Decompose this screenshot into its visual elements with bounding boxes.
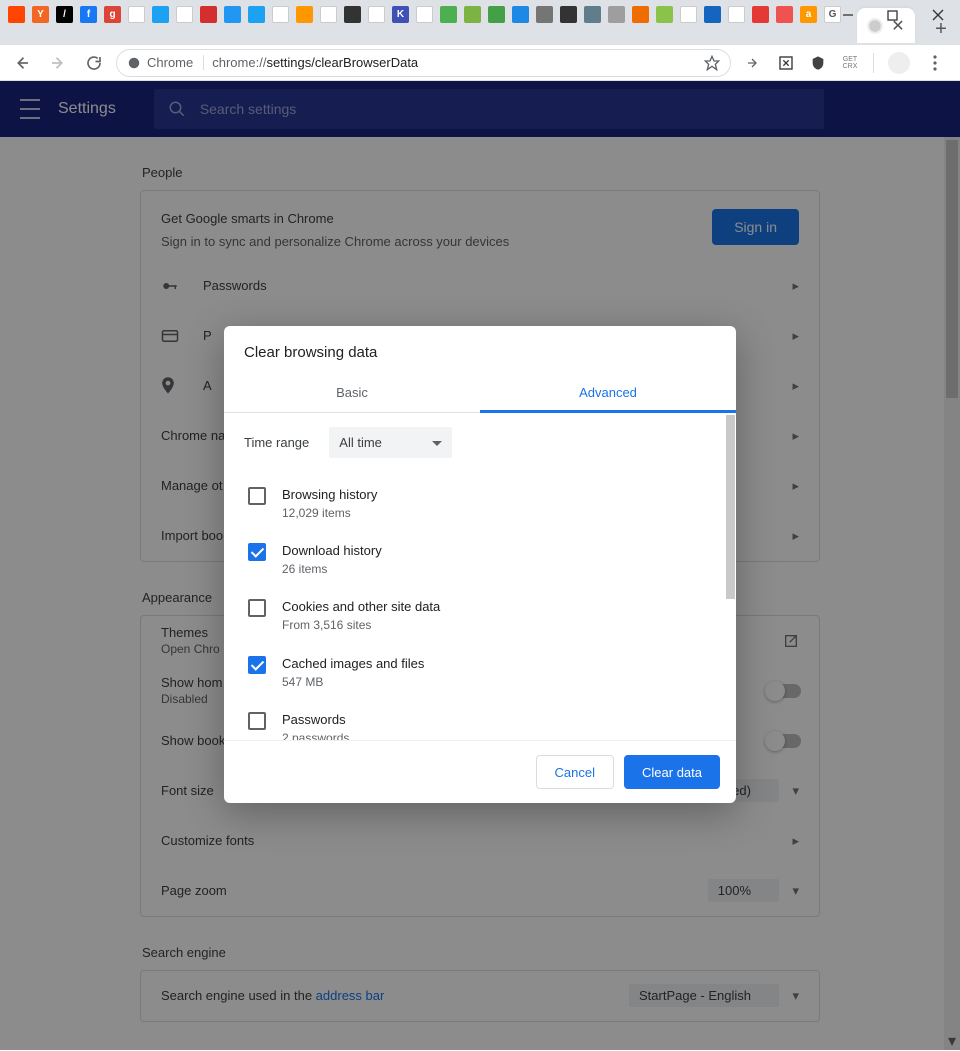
checkbox[interactable] [248,487,266,505]
clear-data-button[interactable]: Clear data [624,755,720,789]
extension-icon-2[interactable] [777,54,795,72]
forward-button[interactable] [44,49,72,77]
tab-favicon[interactable] [656,6,673,23]
option-label: Cookies and other site data [282,598,440,617]
option-label: Cached images and files [282,655,424,674]
extension-icon-3[interactable] [809,54,827,72]
checkbox[interactable] [248,543,266,561]
tab-favicon[interactable] [344,6,361,23]
site-identity-label: Chrome [147,55,193,70]
option-label: Download history [282,542,382,561]
browser-menu-button[interactable] [924,52,946,74]
url-text: chrome://settings/clearBrowserData [212,55,418,70]
option-label: Browsing history [282,486,377,505]
tab-favicon[interactable]: K [392,6,409,23]
tab-favicon-strip: Y/fgKaG [0,0,849,25]
tab-favicon[interactable] [728,6,745,23]
option-subtext: 12,029 items [282,505,377,522]
checkbox[interactable] [248,712,266,730]
clear-data-option[interactable]: Download history26 items [244,532,730,588]
tab-favicon[interactable] [248,6,265,23]
tab-favicon[interactable]: / [56,6,73,23]
time-range-select[interactable]: All time [329,427,452,458]
tab-favicon[interactable] [488,6,505,23]
dialog-title: Clear browsing data [224,326,736,375]
tab-favicon[interactable]: a [800,6,817,23]
window-maximize-button[interactable] [870,0,915,30]
tab-favicon[interactable] [416,6,433,23]
extension-crx-badge[interactable]: GETCRX [841,54,859,72]
tab-favicon[interactable] [464,6,481,23]
tab-favicon[interactable] [368,6,385,23]
tab-favicon[interactable] [560,6,577,23]
tab-favicon[interactable] [8,6,25,23]
tab-advanced[interactable]: Advanced [480,375,736,412]
tab-favicon[interactable] [632,6,649,23]
tab-favicon[interactable] [608,6,625,23]
option-subtext: From 3,516 sites [282,617,440,634]
tab-favicon[interactable] [752,6,769,23]
tab-favicon[interactable] [296,6,313,23]
tab-favicon[interactable] [152,6,169,23]
tab-favicon[interactable]: g [104,6,121,23]
extension-icon[interactable] [745,54,763,72]
reload-button[interactable] [80,49,108,77]
tab-favicon[interactable] [272,6,289,23]
clear-browsing-data-dialog: Clear browsing data Basic Advanced Time … [224,326,736,803]
clear-data-option[interactable]: Cached images and files547 MB [244,645,730,701]
tab-favicon[interactable] [440,6,457,23]
chrome-icon [127,56,141,70]
dialog-scrollbar[interactable] [724,413,736,740]
clear-data-option[interactable]: Cookies and other site dataFrom 3,516 si… [244,588,730,644]
option-label: Passwords [282,711,349,730]
time-range-label: Time range [244,435,309,450]
tab-favicon[interactable] [704,6,721,23]
separator [873,53,874,73]
tab-favicon[interactable] [128,6,145,23]
window-close-button[interactable] [915,0,960,30]
option-subtext: 547 MB [282,674,424,691]
profile-avatar[interactable] [888,52,910,74]
tab-favicon[interactable]: Y [32,6,49,23]
tab-favicon[interactable] [536,6,553,23]
back-button[interactable] [8,49,36,77]
dialog-body: Time range All time Browsing history12,0… [224,413,736,740]
checkbox[interactable] [248,599,266,617]
site-identity-chip[interactable]: Chrome [127,55,204,70]
tab-favicon[interactable] [224,6,241,23]
address-bar[interactable]: Chrome chrome://settings/clearBrowserDat… [116,49,731,77]
tab-favicon[interactable] [584,6,601,23]
tab-favicon[interactable] [200,6,217,23]
cancel-button[interactable]: Cancel [536,755,614,789]
clear-data-option[interactable]: Passwords2 passwords [244,701,730,740]
browser-toolbar: Chrome chrome://settings/clearBrowserDat… [0,45,960,81]
tab-favicon[interactable]: f [80,6,97,23]
option-subtext: 26 items [282,561,382,578]
clear-data-option[interactable]: Browsing history12,029 items [244,476,730,532]
tab-basic[interactable]: Basic [224,375,480,412]
option-subtext: 2 passwords [282,730,349,740]
tab-favicon[interactable] [320,6,337,23]
checkbox[interactable] [248,656,266,674]
dialog-scrollbar-thumb[interactable] [726,415,735,599]
window-titlebar: Y/fgKaG ✕ + [0,0,960,45]
tab-favicon[interactable] [680,6,697,23]
dialog-tabs: Basic Advanced [224,375,736,413]
bookmark-star-icon[interactable] [704,55,720,71]
tab-favicon[interactable] [512,6,529,23]
tab-favicon[interactable] [776,6,793,23]
window-minimize-button[interactable] [825,0,870,30]
tab-favicon[interactable] [176,6,193,23]
